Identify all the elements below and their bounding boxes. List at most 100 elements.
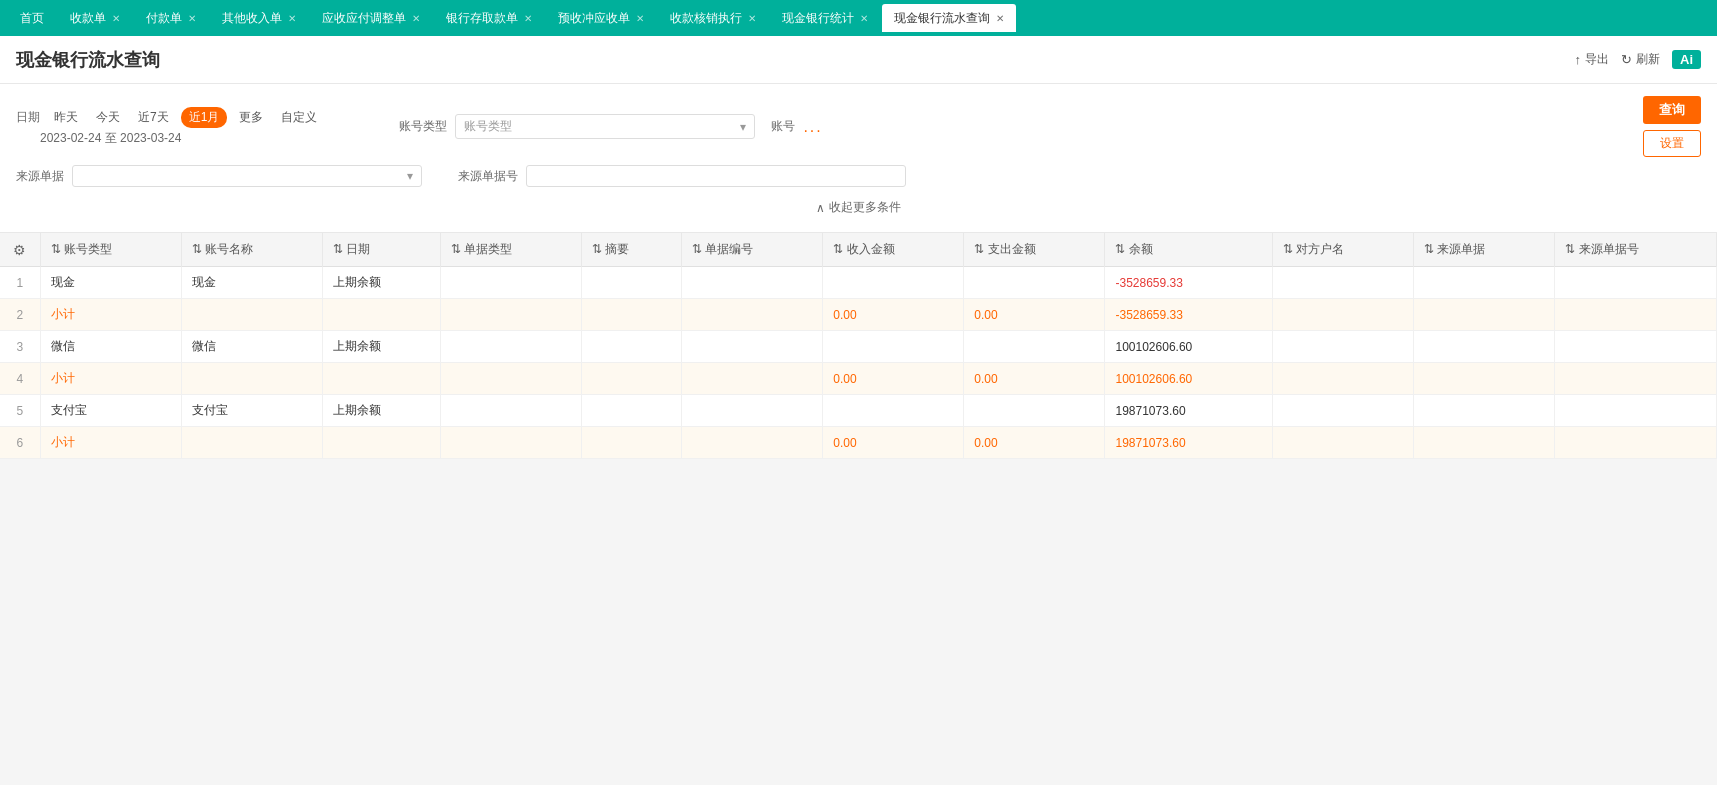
nav-tab-verify-close[interactable]: ✕	[748, 13, 756, 24]
nav-tab-stats-close[interactable]: ✕	[860, 13, 868, 24]
nav-tab-other-income-label: 其他收入单	[222, 10, 282, 27]
account-dots[interactable]: ...	[803, 118, 822, 136]
cell-source-doc	[1414, 427, 1555, 459]
cell-source-doc	[1414, 267, 1555, 299]
col-date-label: ⇅ 日期	[333, 242, 370, 256]
cell-doc-no	[682, 395, 823, 427]
col-balance[interactable]: ⇅ 余额	[1105, 233, 1273, 267]
source-doc-label: 来源单据	[16, 168, 64, 185]
gear-icon[interactable]: ⚙	[13, 242, 26, 258]
col-date[interactable]: ⇅ 日期	[322, 233, 440, 267]
nav-tab-home[interactable]: 首页	[8, 4, 56, 32]
filter-row-1: 日期 昨天 今天 近7天 近1月 更多 自定义 2023-02-24 至 202…	[16, 96, 1701, 157]
page-header: 现金银行流水查询 ↑ 导出 ↻ 刷新 Ai	[0, 36, 1717, 84]
col-account-name[interactable]: ⇅ 账号名称	[181, 233, 322, 267]
cell-source-doc	[1414, 363, 1555, 395]
col-expense-label: ⇅ 支出金额	[974, 242, 1035, 256]
refresh-label: 刷新	[1636, 51, 1660, 68]
col-balance-label: ⇅ 余额	[1115, 242, 1152, 256]
table-container: ⚙ ⇅ 账号类型 ⇅ 账号名称 ⇅ 日期 ⇅ 单据类型 ⇅ 摘要	[0, 233, 1717, 459]
cell-counterparty	[1273, 299, 1414, 331]
cell-income	[823, 331, 964, 363]
nav-tab-bank-deposit[interactable]: 银行存取款单 ✕	[434, 4, 544, 32]
nav-tab-adjustment[interactable]: 应收应付调整单 ✕	[310, 4, 432, 32]
nav-tab-verify[interactable]: 收款核销执行 ✕	[658, 4, 768, 32]
nav-tab-cashflow[interactable]: 现金银行流水查询 ✕	[882, 4, 1016, 32]
cell-date	[322, 427, 440, 459]
col-source-doc-no-label: ⇅ 来源单据号	[1565, 242, 1638, 256]
col-doc-no[interactable]: ⇅ 单据编号	[682, 233, 823, 267]
source-doc-no-input[interactable]	[526, 165, 906, 187]
cell-expense: 0.00	[964, 427, 1105, 459]
cell-expense: 0.00	[964, 299, 1105, 331]
cell-income: 0.00	[823, 363, 964, 395]
col-source-doc-no[interactable]: ⇅ 来源单据号	[1555, 233, 1717, 267]
date-opt-custom[interactable]: 自定义	[275, 107, 323, 128]
nav-tab-bank-deposit-close[interactable]: ✕	[524, 13, 532, 24]
col-summary[interactable]: ⇅ 摘要	[582, 233, 682, 267]
nav-tab-other-income[interactable]: 其他收入单 ✕	[210, 4, 308, 32]
date-opt-1month[interactable]: 近1月	[181, 107, 228, 128]
cell-source-doc	[1414, 331, 1555, 363]
nav-tab-adjustment-label: 应收应付调整单	[322, 10, 406, 27]
nav-tab-stats[interactable]: 现金银行统计 ✕	[770, 4, 880, 32]
cell-source-doc-no	[1555, 363, 1717, 395]
source-doc-select[interactable]: ▾	[72, 165, 422, 187]
cell-income	[823, 267, 964, 299]
data-table: ⚙ ⇅ 账号类型 ⇅ 账号名称 ⇅ 日期 ⇅ 单据类型 ⇅ 摘要	[0, 233, 1717, 459]
account-label: 账号	[771, 118, 795, 135]
date-options: 昨天 今天 近7天 近1月 更多 自定义	[48, 107, 323, 128]
cell-doc-no	[682, 331, 823, 363]
nav-tab-other-income-close[interactable]: ✕	[288, 13, 296, 24]
date-opt-7days[interactable]: 近7天	[132, 107, 175, 128]
cell-doc-type	[441, 267, 582, 299]
account-type-select[interactable]: 账号类型 ▾	[455, 114, 755, 139]
cell-index: 5	[0, 395, 40, 427]
date-opt-more[interactable]: 更多	[233, 107, 269, 128]
col-source-doc[interactable]: ⇅ 来源单据	[1414, 233, 1555, 267]
cell-doc-type	[441, 395, 582, 427]
nav-tab-receipt-close[interactable]: ✕	[112, 13, 120, 24]
date-opt-yesterday[interactable]: 昨天	[48, 107, 84, 128]
cell-date	[322, 299, 440, 331]
query-button[interactable]: 查询	[1643, 96, 1701, 124]
refresh-icon: ↻	[1621, 52, 1632, 67]
nav-tab-prepay-close[interactable]: ✕	[636, 13, 644, 24]
nav-tab-verify-label: 收款核销执行	[670, 10, 742, 27]
cell-date	[322, 363, 440, 395]
nav-tab-cashflow-close[interactable]: ✕	[996, 13, 1004, 24]
nav-tab-prepay[interactable]: 预收冲应收单 ✕	[546, 4, 656, 32]
table-row: 4 小计 0.00 0.00 100102606.60	[0, 363, 1717, 395]
date-opt-today[interactable]: 今天	[90, 107, 126, 128]
nav-tab-home-label: 首页	[20, 10, 44, 27]
export-button[interactable]: ↑ 导出	[1575, 51, 1610, 68]
nav-tab-payment-close[interactable]: ✕	[188, 13, 196, 24]
cell-counterparty	[1273, 331, 1414, 363]
table-row: 3 微信 微信 上期余额 100102606.60	[0, 331, 1717, 363]
nav-tab-bank-deposit-label: 银行存取款单	[446, 10, 518, 27]
col-doc-type[interactable]: ⇅ 单据类型	[441, 233, 582, 267]
date-range-display: 2023-02-24 至 2023-03-24	[40, 130, 181, 147]
cell-balance: 100102606.60	[1105, 331, 1273, 363]
col-counterparty[interactable]: ⇅ 对方户名	[1273, 233, 1414, 267]
nav-tab-receipt[interactable]: 收款单 ✕	[58, 4, 132, 32]
cell-source-doc-no	[1555, 395, 1717, 427]
col-counterparty-label: ⇅ 对方户名	[1283, 242, 1344, 256]
cell-doc-no	[682, 267, 823, 299]
cell-income: 0.00	[823, 299, 964, 331]
collapse-bar[interactable]: ∧ 收起更多条件	[16, 195, 1701, 220]
settings-button[interactable]: 设置	[1643, 130, 1701, 157]
ai-badge[interactable]: Ai	[1672, 50, 1701, 69]
col-account-type[interactable]: ⇅ 账号类型	[40, 233, 181, 267]
source-doc-no-label: 来源单据号	[458, 168, 518, 185]
col-summary-label: ⇅ 摘要	[592, 242, 629, 256]
refresh-button[interactable]: ↻ 刷新	[1621, 51, 1660, 68]
cell-source-doc-no	[1555, 427, 1717, 459]
nav-tab-payment[interactable]: 付款单 ✕	[134, 4, 208, 32]
cell-expense	[964, 267, 1105, 299]
nav-tab-receipt-label: 收款单	[70, 10, 106, 27]
nav-tab-adjustment-close[interactable]: ✕	[412, 13, 420, 24]
col-income[interactable]: ⇅ 收入金额	[823, 233, 964, 267]
cell-account-name	[181, 363, 322, 395]
col-expense[interactable]: ⇅ 支出金额	[964, 233, 1105, 267]
